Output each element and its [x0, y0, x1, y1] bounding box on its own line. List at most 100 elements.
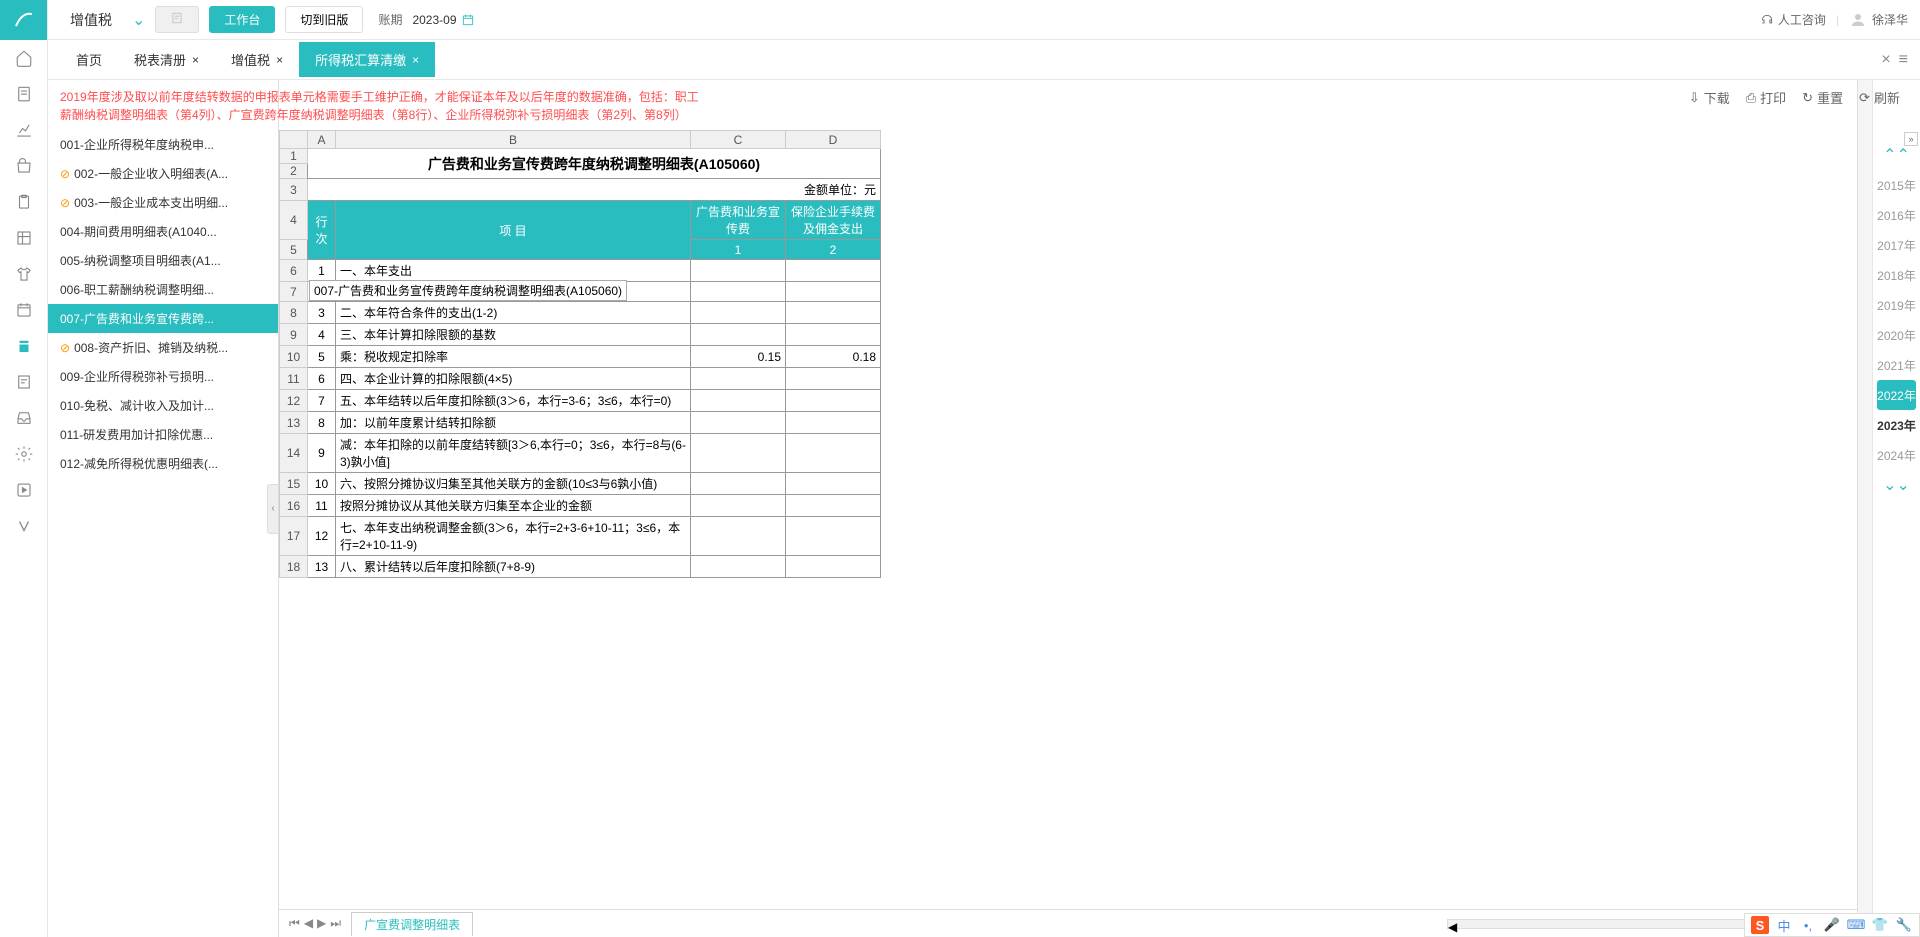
tab-1[interactable]: 税表清册×: [118, 42, 215, 77]
value-cell-c[interactable]: [691, 282, 786, 302]
item-cell[interactable]: 六、按照分摊协议归集至其他关联方的金额(10≤3与6孰小值): [336, 473, 691, 495]
row-header[interactable]: 17: [280, 517, 308, 556]
value-cell-d[interactable]: [786, 434, 881, 473]
year-button[interactable]: 2021年: [1873, 350, 1920, 380]
tab-menu-icon[interactable]: ≡: [1899, 51, 1908, 69]
value-cell-c[interactable]: [691, 412, 786, 434]
col-header-C[interactable]: C: [691, 131, 786, 149]
row-num-cell[interactable]: 9: [308, 434, 336, 473]
value-cell-d[interactable]: [786, 324, 881, 346]
row-header[interactable]: 4: [280, 201, 308, 240]
download-button[interactable]: ⇩ 下载: [1689, 88, 1730, 107]
form-list-item[interactable]: 004-期间费用明细表(A1040...: [48, 217, 278, 246]
tax-icon[interactable]: [0, 328, 47, 364]
item-cell[interactable]: 乘：税收规定扣除率: [336, 346, 691, 368]
module-dropdown-icon[interactable]: ⌄: [132, 10, 145, 30]
value-cell-c[interactable]: [691, 517, 786, 556]
row-num-cell[interactable]: 6: [308, 368, 336, 390]
year-button[interactable]: 2022年: [1877, 380, 1916, 410]
ime-tool-icon[interactable]: 🔧: [1895, 916, 1913, 934]
form-list-item[interactable]: ⊘003-一般企业成本支出明细...: [48, 188, 278, 217]
play-icon[interactable]: [0, 472, 47, 508]
collapse-handle[interactable]: ‹: [267, 484, 278, 534]
value-cell-d[interactable]: [786, 368, 881, 390]
item-cell[interactable]: 一、本年支出: [336, 260, 691, 282]
col-header-A[interactable]: A: [308, 131, 336, 149]
chart-icon[interactable]: [0, 112, 47, 148]
form-list-item[interactable]: 006-职工薪酬纳税调整明细...: [48, 275, 278, 304]
form-list-item[interactable]: 012-减免所得税优惠明细表(...: [48, 449, 278, 478]
receipt-icon[interactable]: [0, 364, 47, 400]
tab-2[interactable]: 增值税×: [215, 42, 299, 77]
value-cell-d[interactable]: [786, 282, 881, 302]
row-header[interactable]: 1: [280, 149, 308, 164]
value-cell-c[interactable]: [691, 390, 786, 412]
workspace-button[interactable]: 工作台: [209, 6, 275, 33]
year-button[interactable]: 2023年: [1873, 410, 1920, 440]
value-cell-d[interactable]: [786, 517, 881, 556]
value-cell-c[interactable]: [691, 260, 786, 282]
form-list-item[interactable]: ⊘008-资产折旧、摊销及纳税...: [48, 333, 278, 362]
form-list-item[interactable]: 007-广告费和业务宣传费跨...: [48, 304, 278, 333]
row-num-cell[interactable]: 10: [308, 473, 336, 495]
value-cell-c[interactable]: [691, 495, 786, 517]
value-cell-c[interactable]: [691, 434, 786, 473]
row-num-cell[interactable]: 13: [308, 556, 336, 578]
row-header[interactable]: 7: [280, 282, 308, 302]
calendar-icon[interactable]: [0, 292, 47, 328]
value-cell-d[interactable]: [786, 495, 881, 517]
v-scrollbar[interactable]: [1857, 80, 1872, 937]
ime-lang-icon[interactable]: 中: [1775, 916, 1793, 934]
row-num-cell[interactable]: 4: [308, 324, 336, 346]
row-header[interactable]: 10: [280, 346, 308, 368]
table-icon[interactable]: [0, 220, 47, 256]
item-cell[interactable]: 减：本年扣除的以前年度结转额[3＞6,本行=0；3≤6，本行=8与(6-3)孰小…: [336, 434, 691, 473]
row-header[interactable]: 6: [280, 260, 308, 282]
sheet-tab[interactable]: 广宣费调整明细表: [351, 912, 473, 936]
row-header[interactable]: 18: [280, 556, 308, 578]
value-cell-d[interactable]: [786, 390, 881, 412]
tab-3[interactable]: 所得税汇算清缴×: [299, 42, 435, 77]
year-button[interactable]: 2017年: [1873, 230, 1920, 260]
col-header-B[interactable]: B: [336, 131, 691, 149]
switch-old-button[interactable]: 切到旧版: [285, 6, 363, 33]
row-header[interactable]: 16: [280, 495, 308, 517]
row-num-cell[interactable]: 3: [308, 302, 336, 324]
year-button[interactable]: 2019年: [1873, 290, 1920, 320]
tab-close-icon[interactable]: ×: [192, 53, 199, 67]
settings-icon[interactable]: [0, 436, 47, 472]
row-num-cell[interactable]: 5: [308, 346, 336, 368]
year-button[interactable]: 2020年: [1873, 320, 1920, 350]
value-cell-d[interactable]: [786, 260, 881, 282]
ime-skin-icon[interactable]: 👕: [1871, 916, 1889, 934]
item-cell[interactable]: 加：以前年度累计结转扣除额: [336, 412, 691, 434]
period-picker[interactable]: 2023-09: [412, 13, 474, 27]
year-button[interactable]: 2024年: [1873, 440, 1920, 470]
item-cell[interactable]: 按照分摊协议从其他关联方归集至本企业的金额: [336, 495, 691, 517]
row-num-cell[interactable]: 11: [308, 495, 336, 517]
value-cell-c[interactable]: [691, 324, 786, 346]
row-num-cell[interactable]: 1: [308, 260, 336, 282]
item-cell[interactable]: 三、本年计算扣除限额的基数: [336, 324, 691, 346]
value-cell-d[interactable]: [786, 412, 881, 434]
ime-keyboard-icon[interactable]: ⌨: [1847, 916, 1865, 934]
inbox-icon[interactable]: [0, 400, 47, 436]
sheet-nav-first[interactable]: ⏮: [289, 916, 300, 931]
doc-icon[interactable]: [0, 76, 47, 112]
row-header[interactable]: 11: [280, 368, 308, 390]
form-list-item[interactable]: 010-免税、减计收入及加计...: [48, 391, 278, 420]
formula-bar-overlay[interactable]: 007-广告费和业务宣传费跨年度纳税调整明细表(A105060): [309, 280, 627, 301]
unit-cell[interactable]: 金额单位：元: [308, 179, 881, 201]
refresh-button[interactable]: ⟳ 刷新: [1859, 88, 1900, 107]
value-cell-c[interactable]: 0.15: [691, 346, 786, 368]
row-header[interactable]: 12: [280, 390, 308, 412]
item-cell[interactable]: 二、本年符合条件的支出(1-2): [336, 302, 691, 324]
bag-icon[interactable]: [0, 148, 47, 184]
form-list-item[interactable]: 005-纳税调整项目明细表(A1...: [48, 246, 278, 275]
ime-punct-icon[interactable]: •,: [1799, 916, 1817, 934]
reset-button[interactable]: ↻ 重置: [1802, 88, 1843, 107]
row-header[interactable]: 3: [280, 179, 308, 201]
item-cell[interactable]: 五、本年结转以后年度扣除额(3＞6，本行=3-6；3≤6，本行=0): [336, 390, 691, 412]
item-cell[interactable]: 四、本企业计算的扣除限额(4×5): [336, 368, 691, 390]
row-header[interactable]: 14: [280, 434, 308, 473]
